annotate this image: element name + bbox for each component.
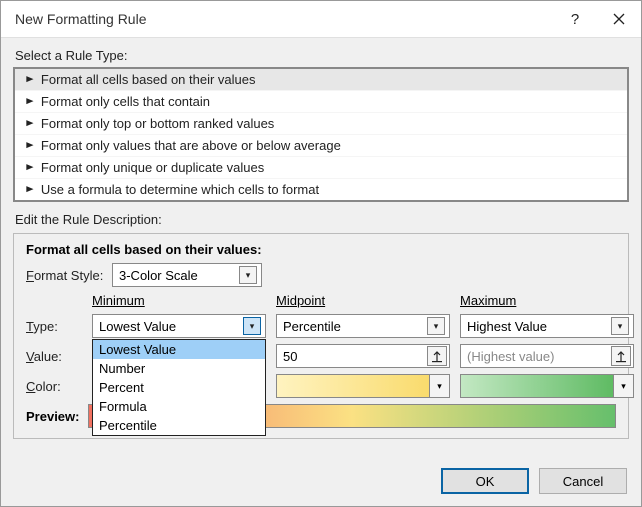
dialog-body: Select a Rule Type: ► Format all cells ba… bbox=[1, 37, 641, 506]
minimum-type-combo[interactable]: Lowest Value ▾ Lowest Value Number Perce… bbox=[92, 314, 266, 338]
midpoint-color-combo[interactable]: ▾ bbox=[276, 374, 450, 398]
range-selector-button[interactable] bbox=[427, 346, 447, 366]
rule-type-item[interactable]: ► Format all cells based on their values bbox=[15, 69, 627, 91]
dialog-footer: OK Cancel bbox=[441, 468, 627, 494]
midpoint-header: Midpoint bbox=[276, 293, 450, 308]
rule-type-item[interactable]: ► Format only values that are above or be… bbox=[15, 135, 627, 157]
format-style-label: Format Style: bbox=[26, 268, 112, 283]
rule-type-text: Format all cells based on their values bbox=[41, 72, 256, 87]
close-icon bbox=[613, 13, 625, 25]
midpoint-value-text: 50 bbox=[283, 349, 427, 364]
dropdown-option[interactable]: Percentile bbox=[93, 416, 265, 435]
range-selector-icon bbox=[614, 349, 628, 363]
range-selector-button[interactable] bbox=[611, 346, 631, 366]
close-button[interactable] bbox=[597, 1, 641, 37]
rule-type-text: Format only cells that contain bbox=[41, 94, 210, 109]
chevron-down-icon: ▾ bbox=[611, 317, 629, 335]
minimum-type-value: Lowest Value bbox=[99, 319, 243, 334]
maximum-value-input[interactable]: (Highest value) bbox=[460, 344, 634, 368]
rule-type-text: Format only unique or duplicate values bbox=[41, 160, 264, 175]
midpoint-type-combo[interactable]: Percentile ▾ bbox=[276, 314, 450, 338]
help-button[interactable]: ? bbox=[553, 1, 597, 37]
dropdown-option[interactable]: Percent bbox=[93, 378, 265, 397]
midpoint-value-input[interactable]: 50 bbox=[276, 344, 450, 368]
rule-type-list[interactable]: ►Format all cells based on their values … bbox=[13, 67, 629, 202]
cancel-button[interactable]: Cancel bbox=[539, 468, 627, 494]
select-rule-type-label: Select a Rule Type: bbox=[15, 48, 627, 63]
minimum-type-dropdown[interactable]: Lowest Value Number Percent Formula Perc… bbox=[92, 339, 266, 436]
rule-type-text: Use a formula to determine which cells t… bbox=[41, 182, 319, 197]
color-swatch bbox=[277, 375, 429, 397]
rule-description-panel: Format all cells based on their values: … bbox=[13, 233, 629, 439]
rule-type-text: Format only values that are above or bel… bbox=[41, 138, 341, 153]
chevron-down-icon: ▾ bbox=[427, 317, 445, 335]
rule-type-item[interactable]: ► Format only top or bottom ranked values bbox=[15, 113, 627, 135]
bullet-arrow-icon: ► bbox=[24, 74, 36, 85]
bullet-arrow-icon: ► bbox=[24, 184, 36, 195]
maximum-value-placeholder: (Highest value) bbox=[467, 349, 611, 364]
rule-type-item[interactable]: ► Use a formula to determine which cells … bbox=[15, 179, 627, 200]
midpoint-type-value: Percentile bbox=[283, 319, 427, 334]
maximum-header: Maximum bbox=[460, 293, 634, 308]
range-selector-icon bbox=[430, 349, 444, 363]
bullet-arrow-icon: ► bbox=[24, 96, 36, 107]
minimum-header: Minimum bbox=[92, 293, 266, 308]
titlebar: New Formatting Rule ? bbox=[1, 1, 641, 37]
maximum-color-combo[interactable]: ▾ bbox=[460, 374, 634, 398]
chevron-down-icon: ▾ bbox=[239, 266, 257, 284]
dropdown-option[interactable]: Number bbox=[93, 359, 265, 378]
rule-type-text: Format only top or bottom ranked values bbox=[41, 116, 274, 131]
rule-type-item[interactable]: ► Format only cells that contain bbox=[15, 91, 627, 113]
edit-rule-description-label: Edit the Rule Description: bbox=[15, 212, 627, 227]
bullet-arrow-icon: ► bbox=[24, 140, 36, 151]
bullet-arrow-icon: ► bbox=[24, 162, 36, 173]
bullet-arrow-icon: ► bbox=[24, 118, 36, 129]
rule-description-title: Format all cells based on their values: bbox=[26, 242, 616, 257]
dropdown-option[interactable]: Formula bbox=[93, 397, 265, 416]
format-style-combo[interactable]: 3-Color Scale ▾ bbox=[112, 263, 262, 287]
chevron-down-icon: ▾ bbox=[243, 317, 261, 335]
rule-type-item[interactable]: ► Format only unique or duplicate values bbox=[15, 157, 627, 179]
format-style-value: 3-Color Scale bbox=[119, 268, 239, 283]
new-formatting-rule-dialog: New Formatting Rule ? Select a Rule Type… bbox=[0, 0, 642, 507]
chevron-down-icon: ▾ bbox=[429, 375, 449, 397]
dropdown-option[interactable]: Lowest Value bbox=[93, 340, 265, 359]
dialog-title: New Formatting Rule bbox=[15, 11, 553, 27]
preview-label: Preview: bbox=[26, 409, 88, 424]
chevron-down-icon: ▾ bbox=[613, 375, 633, 397]
ok-button[interactable]: OK bbox=[441, 468, 529, 494]
color-swatch bbox=[461, 375, 613, 397]
maximum-type-value: Highest Value bbox=[467, 319, 611, 334]
maximum-type-combo[interactable]: Highest Value ▾ bbox=[460, 314, 634, 338]
